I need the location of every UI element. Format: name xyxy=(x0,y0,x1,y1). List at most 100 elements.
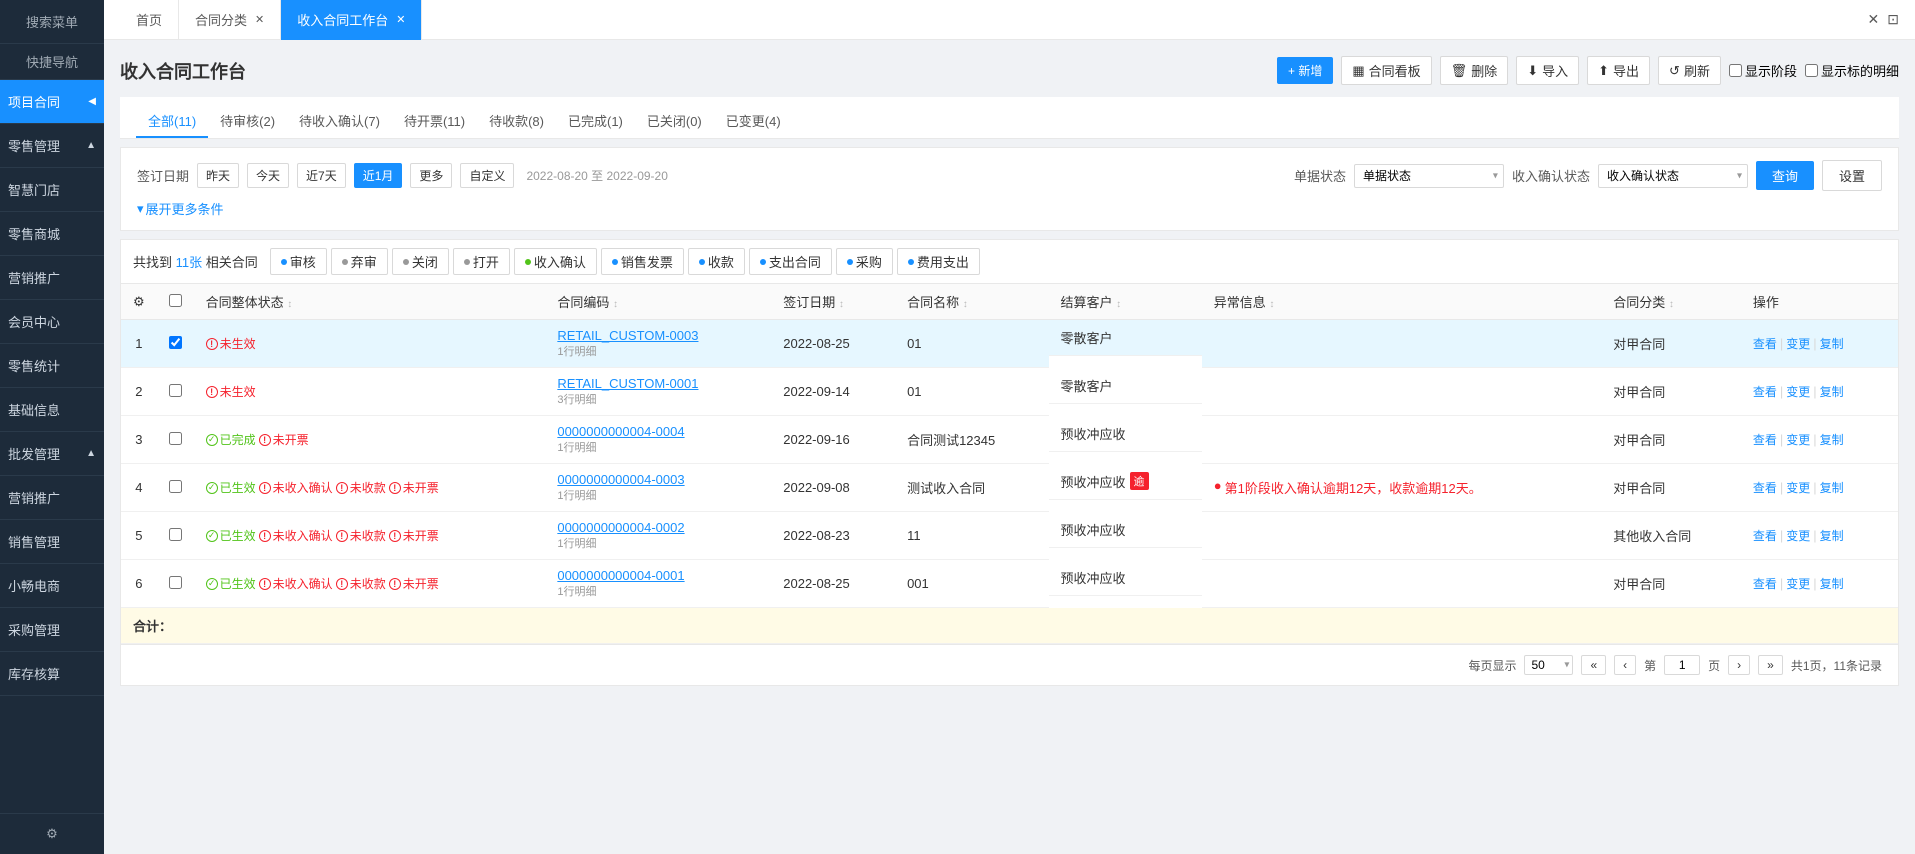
filter-tab-completed[interactable]: 已完成(1) xyxy=(556,105,635,138)
op-btn-查看[interactable]: 查看 xyxy=(1753,337,1777,351)
filter-tab-pending-invoice[interactable]: 待开票(11) xyxy=(392,105,477,138)
sidebar-quick-nav[interactable]: 快捷导航 xyxy=(0,44,104,80)
op-btn-复制[interactable]: 复制 xyxy=(1820,385,1844,399)
sort-sign-date[interactable]: ↕ xyxy=(839,299,844,310)
contract-code-link[interactable]: 0000000000004-0001 xyxy=(557,568,684,583)
contract-code-link[interactable]: RETAIL_CUSTOM-0001 xyxy=(557,376,698,391)
sort-contract-code[interactable]: ↕ xyxy=(613,299,618,310)
sidebar-item-ecommerce[interactable]: 小畅电商 xyxy=(0,564,104,608)
sidebar-settings[interactable]: ⚙ xyxy=(0,813,104,854)
sidebar-item-retail-mgmt[interactable]: 零售管理 ▲ xyxy=(0,124,104,168)
sidebar-item-marketing[interactable]: 营销推广 xyxy=(0,256,104,300)
print-action-btn[interactable]: 打开 xyxy=(453,248,510,275)
sidebar-item-retail-stat[interactable]: 零售统计 xyxy=(0,344,104,388)
sidebar-item-smart-store[interactable]: 智慧门店 xyxy=(0,168,104,212)
prev-page-btn[interactable]: ‹ xyxy=(1614,655,1636,675)
sidebar-item-retail-mall[interactable]: 零售商城 xyxy=(0,212,104,256)
payment-action-btn[interactable]: 收款 xyxy=(688,248,745,275)
sidebar-item-marketing2[interactable]: 营销推广 xyxy=(0,476,104,520)
op-btn-复制[interactable]: 复制 xyxy=(1820,481,1844,495)
filter-tab-all[interactable]: 全部(11) xyxy=(136,105,208,138)
expense-action-btn[interactable]: 支出合同 xyxy=(749,248,832,275)
filter-more[interactable]: 更多 xyxy=(410,163,452,188)
show-stages-checkbox[interactable]: 显示阶段 xyxy=(1729,61,1797,80)
last-page-btn[interactable]: » xyxy=(1758,655,1783,675)
op-btn-复制[interactable]: 复制 xyxy=(1820,577,1844,591)
op-btn-变更[interactable]: 变更 xyxy=(1786,433,1810,447)
contract-code-link[interactable]: RETAIL_CUSTOM-0003 xyxy=(557,328,698,343)
op-btn-查看[interactable]: 查看 xyxy=(1753,433,1777,447)
sidebar-search[interactable]: 搜索菜单 xyxy=(0,0,104,44)
abandon-action-btn[interactable]: 弃审 xyxy=(331,248,388,275)
purchase-action-btn[interactable]: 采购 xyxy=(836,248,893,275)
filter-last1month[interactable]: 近1月 xyxy=(354,163,403,188)
filter-tab-closed[interactable]: 已关闭(0) xyxy=(635,105,714,138)
filter-tab-pending-review[interactable]: 待审核(2) xyxy=(208,105,287,138)
sidebar-item-wholesale[interactable]: 批发管理 ▲ xyxy=(0,432,104,476)
income-confirm-select[interactable]: 收入确认状态 xyxy=(1598,164,1748,188)
first-page-btn[interactable]: « xyxy=(1581,655,1606,675)
op-btn-变更[interactable]: 变更 xyxy=(1786,385,1810,399)
contract-code-link[interactable]: 0000000000004-0002 xyxy=(557,520,684,535)
setting-button[interactable]: 设置 xyxy=(1822,160,1882,191)
op-btn-变更[interactable]: 变更 xyxy=(1786,337,1810,351)
th-checkbox[interactable] xyxy=(157,284,194,320)
sidebar-item-inventory[interactable]: 库存核算 xyxy=(0,652,104,696)
delete-button[interactable]: 🗑 删除 xyxy=(1440,56,1509,85)
cost-action-btn[interactable]: 费用支出 xyxy=(897,248,980,275)
sidebar-item-member[interactable]: 会员中心 xyxy=(0,300,104,344)
import-button[interactable]: ⬇ 导入 xyxy=(1516,56,1579,85)
sort-settlement-customer[interactable]: ↕ xyxy=(1116,299,1121,310)
sidebar-item-basic-info[interactable]: 基础信息 xyxy=(0,388,104,432)
review-action-btn[interactable]: 审核 xyxy=(270,248,327,275)
row-select-checkbox[interactable] xyxy=(169,384,182,397)
op-btn-复制[interactable]: 复制 xyxy=(1820,337,1844,351)
refresh-button[interactable]: ↺ 刷新 xyxy=(1658,56,1721,85)
sort-contract-category[interactable]: ↕ xyxy=(1669,299,1674,310)
row-select-checkbox[interactable] xyxy=(169,528,182,541)
row-select-checkbox[interactable] xyxy=(169,432,182,445)
tab-home[interactable]: 首页 xyxy=(120,0,179,40)
op-btn-变更[interactable]: 变更 xyxy=(1786,529,1810,543)
tab-close-income-contract[interactable]: ✕ xyxy=(396,13,405,26)
op-btn-复制[interactable]: 复制 xyxy=(1820,529,1844,543)
filter-today[interactable]: 今天 xyxy=(247,163,289,188)
filter-last7[interactable]: 近7天 xyxy=(297,163,346,188)
new-button[interactable]: + 新增 xyxy=(1277,57,1333,84)
filter-tab-changed[interactable]: 已变更(4) xyxy=(714,105,793,138)
close-action-btn[interactable]: 关闭 xyxy=(392,248,449,275)
contract-code-link[interactable]: 0000000000004-0003 xyxy=(557,472,684,487)
op-btn-变更[interactable]: 变更 xyxy=(1786,481,1810,495)
op-btn-查看[interactable]: 查看 xyxy=(1753,529,1777,543)
sales-invoice-action-btn[interactable]: 销售发票 xyxy=(601,248,684,275)
op-btn-查看[interactable]: 查看 xyxy=(1753,385,1777,399)
sidebar-item-sales-mgmt[interactable]: 销售管理 xyxy=(0,520,104,564)
query-button[interactable]: 查询 xyxy=(1756,161,1814,190)
contract-code-link[interactable]: 0000000000004-0004 xyxy=(557,424,684,439)
select-all-checkbox[interactable] xyxy=(169,294,182,307)
filter-tab-pending-confirm[interactable]: 待收入确认(7) xyxy=(287,105,392,138)
next-page-btn[interactable]: › xyxy=(1728,655,1750,675)
filter-tab-pending-payment[interactable]: 待收款(8) xyxy=(477,105,556,138)
tab-contract-category[interactable]: 合同分类 ✕ xyxy=(179,0,281,40)
row-select-checkbox[interactable] xyxy=(169,480,182,493)
tab-income-contract[interactable]: 收入合同工作台 ✕ xyxy=(281,0,422,40)
op-btn-查看[interactable]: 查看 xyxy=(1753,577,1777,591)
op-btn-查看[interactable]: 查看 xyxy=(1753,481,1777,495)
doc-status-select[interactable]: 单据状态 xyxy=(1354,164,1504,188)
show-details-checkbox[interactable]: 显示标的明细 xyxy=(1805,61,1899,80)
sort-exception-info[interactable]: ↕ xyxy=(1269,299,1274,310)
income-confirm-action-btn[interactable]: 收入确认 xyxy=(514,248,597,275)
expand-conditions-btn[interactable]: ▾ 展开更多条件 xyxy=(137,199,1882,218)
sidebar-item-project[interactable]: 项目合同 ◀ xyxy=(0,80,104,124)
page-number-input[interactable] xyxy=(1664,655,1700,675)
sort-contract-status[interactable]: ↕ xyxy=(287,299,292,310)
filter-custom[interactable]: 自定义 xyxy=(460,163,514,188)
export-button[interactable]: ⬆ 导出 xyxy=(1587,56,1650,85)
row-select-checkbox[interactable] xyxy=(169,336,182,349)
page-size-select[interactable]: 50 10 20 100 xyxy=(1524,655,1573,675)
th-settings[interactable]: ⚙ xyxy=(121,284,157,320)
tab-close-contract-category[interactable]: ✕ xyxy=(255,13,264,26)
row-select-checkbox[interactable] xyxy=(169,576,182,589)
sidebar-item-purchase[interactable]: 采购管理 xyxy=(0,608,104,652)
